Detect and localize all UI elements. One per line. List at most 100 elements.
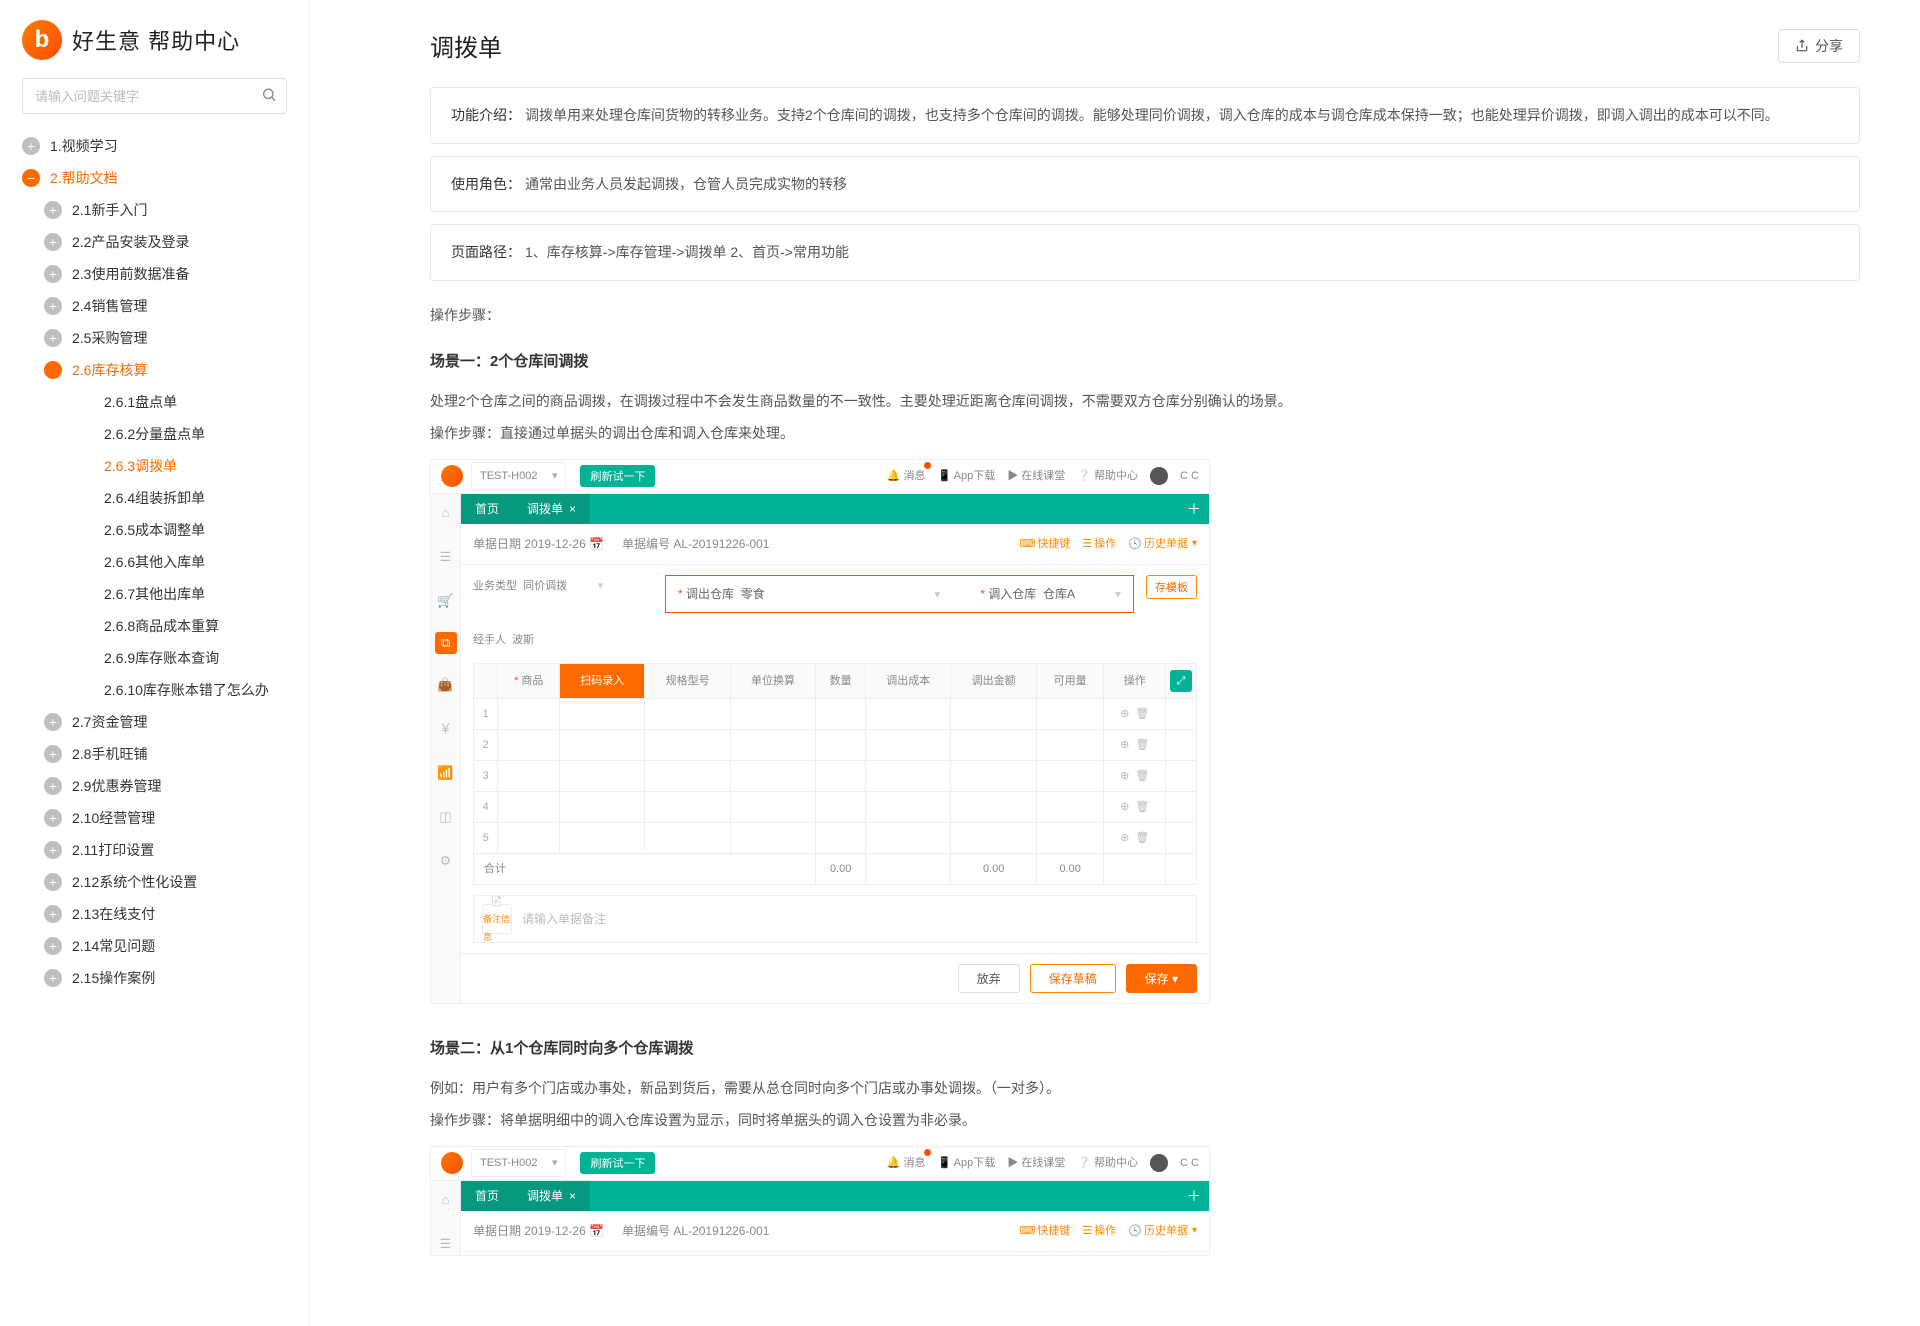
sidebar-item[interactable]: +2.12系统个性化设置	[22, 866, 303, 898]
sidebar-item-label: 2.13在线支付	[72, 904, 155, 924]
scene2-p2: 操作步骤：将单据明细中的调入仓库设置为显示，同时将单据头的调入仓设置为非必录。	[430, 1106, 1860, 1134]
sidebar-item-label: 2.11打印设置	[72, 840, 154, 860]
share-icon	[1795, 39, 1809, 53]
sidebar-item[interactable]: −2.6库存核算	[22, 354, 303, 386]
plus-icon: +	[44, 201, 62, 219]
sidebar-item[interactable]: 2.6.9库存账本查询	[44, 642, 303, 674]
close-icon: ×	[569, 497, 576, 521]
demo-user-name: C C	[1180, 465, 1199, 487]
role-label: 使用角色：	[451, 176, 521, 192]
path-box: 页面路径：1、库存核算->库存管理->调拨单 2、首页->常用功能	[430, 224, 1860, 281]
sidebar-item[interactable]: +2.4销售管理	[22, 290, 303, 322]
sidebar-item[interactable]: +2.10经营管理	[22, 802, 303, 834]
scene1-title: 场景一：2个仓库间调拨	[430, 347, 1860, 377]
demo2-help-link: ❔ 帮助中心	[1077, 1152, 1138, 1174]
plus-icon: +	[44, 713, 62, 731]
demo-code-label: 单据编号	[622, 537, 670, 551]
sidebar-item[interactable]: +2.7资金管理	[22, 706, 303, 738]
sidebar-item-label: 2.15操作案例	[72, 968, 155, 988]
sidebar-item[interactable]: +2.13在线支付	[22, 898, 303, 930]
demo-screenshot-2: TEST-H002 刷新试一下 🔔 消息 📱 App下载 ▶ 在线课堂 ❔ 帮助…	[430, 1146, 1210, 1256]
steps-label: 操作步骤：	[430, 301, 1860, 329]
scene2-title: 场景二：从1个仓库同时向多个仓库调拨	[430, 1034, 1860, 1064]
sidebar-item[interactable]: 2.6.6其他入库单	[44, 546, 303, 578]
sidebar-item[interactable]: +2.5采购管理	[22, 322, 303, 354]
brand: b 好生意 帮助中心	[0, 20, 309, 78]
demo2-company-select: TEST-H002	[471, 1149, 566, 1177]
sidebar-item[interactable]: +2.15操作案例	[22, 962, 303, 994]
demo-table: * 商品扫码录入规格型号单位换算数量调出成本调出金额可用量操作⤢1⊕🗑2⊕🗑3⊕…	[473, 663, 1197, 885]
intro-text: 调拨单用来处理仓库间货物的转移业务。支持2个仓库间的调拨，也支持多个仓库间的调拨…	[525, 107, 1779, 123]
home-icon: ⌂	[442, 500, 450, 526]
page-title: 调拨单	[430, 28, 502, 63]
demo-app-link: 📱 App下载	[937, 465, 995, 487]
nav-tree: +1.视频学习−2.帮助文档+2.1新手入门+2.2产品安装及登录+2.3使用前…	[0, 130, 309, 994]
sidebar-item-label: 2.5采购管理	[72, 328, 147, 348]
plus-icon: +	[44, 841, 62, 859]
sidebar-item[interactable]: +2.3使用前数据准备	[22, 258, 303, 290]
demo2-tab-current: 调拨单×	[513, 1181, 590, 1211]
intro-box: 功能介绍：调拨单用来处理仓库间货物的转移业务。支持2个仓库间的调拨，也支持多个仓…	[430, 87, 1860, 144]
sidebar-item[interactable]: −2.帮助文档	[0, 162, 303, 194]
demo-tab-current: 调拨单×	[513, 494, 590, 524]
sidebar-item[interactable]: 2.6.7其他出库单	[44, 578, 303, 610]
demo-company-select: TEST-H002	[471, 462, 566, 490]
sidebar-item[interactable]: +2.8手机旺铺	[22, 738, 303, 770]
search-input[interactable]	[22, 78, 287, 114]
demo-history: 🕓 历史单据▾	[1128, 533, 1197, 555]
sidebar-item[interactable]: +2.11打印设置	[22, 834, 303, 866]
demo-discard-button: 放弃	[958, 964, 1020, 993]
bag-icon: 👜	[437, 672, 453, 698]
demo2-logo-icon	[441, 1152, 463, 1174]
plus-icon: +	[44, 233, 62, 251]
demo-in-label: 调入仓库	[988, 587, 1036, 601]
plus-icon: +	[44, 265, 62, 283]
sidebar-item[interactable]: 2.6.5成本调整单	[44, 514, 303, 546]
sidebar-item[interactable]: 2.6.1盘点单	[44, 386, 303, 418]
share-button[interactable]: 分享	[1778, 29, 1860, 63]
demo2-app-link: 📱 App下载	[937, 1152, 995, 1174]
sidebar-item-label: 2.8手机旺铺	[72, 744, 147, 764]
role-box: 使用角色：通常由业务人员发起调拨，仓管人员完成实物的转移	[430, 156, 1860, 213]
sidebar-item[interactable]: 2.6.2分量盘点单	[44, 418, 303, 450]
demo-save-button: 保存	[1126, 964, 1197, 993]
demo-fastkey: ⌨ 快捷键	[1020, 533, 1071, 555]
role-text: 通常由业务人员发起调拨，仓管人员完成实物的转移	[525, 176, 847, 192]
sidebar-item[interactable]: +2.1新手入门	[22, 194, 303, 226]
demo-biztype-label: 业务类型	[473, 580, 517, 592]
plus-icon: +	[44, 937, 62, 955]
search-box	[22, 78, 287, 114]
demo-avatar-icon	[1150, 467, 1168, 485]
sidebar-item[interactable]: 2.6.10库存账本错了怎么办	[44, 674, 303, 706]
sidebar-item-label: 2.4销售管理	[72, 296, 147, 316]
sidebar-item-label: 2.3使用前数据准备	[72, 264, 189, 284]
share-label: 分享	[1815, 36, 1843, 56]
demo-highlight-box: 调出仓库 零食 ▾ 调入仓库 仓库A ▾	[665, 575, 1134, 613]
demo-screenshot-1: TEST-H002 刷新试一下 🔔 消息 📱 App下载 ▶ 在线课堂 ❔ 帮助…	[430, 459, 1210, 1004]
path-label: 页面路径：	[451, 244, 521, 260]
box-icon: ⧉	[435, 632, 457, 654]
sidebar-item-label: 2.10经营管理	[72, 808, 155, 828]
demo-date-value: 2019-12-26	[524, 537, 585, 551]
demo-left-nav: ⌂ ☰ 🛒 ⧉ 👜 ￥ 📶 ◫ ⚙	[431, 494, 461, 1003]
demo-out-value: 零食	[741, 587, 765, 601]
sidebar-item[interactable]: +1.视频学习	[0, 130, 303, 162]
demo2-avatar-icon	[1150, 1154, 1168, 1172]
sidebar-item[interactable]: 2.6.3调拨单	[44, 450, 303, 482]
path-text: 1、库存核算->库存管理->调拨单 2、首页->常用功能	[525, 244, 849, 260]
plus-icon: +	[44, 873, 62, 891]
sidebar-item-label: 1.视频学习	[50, 136, 118, 156]
search-icon[interactable]	[261, 87, 277, 106]
sidebar-item[interactable]: 2.6.4组装拆卸单	[44, 482, 303, 514]
plus-icon: +	[44, 809, 62, 827]
wifi-icon: 📶	[437, 760, 453, 786]
plus-icon: +	[44, 969, 62, 987]
demo-refresh-button: 刷新试一下	[580, 465, 655, 487]
sidebar-item[interactable]: +2.14常见问题	[22, 930, 303, 962]
sidebar-item[interactable]: +2.2产品安装及登录	[22, 226, 303, 258]
sidebar-item-label: 2.6库存核算	[72, 360, 147, 380]
demo2-user-name: C C	[1180, 1152, 1199, 1174]
article-content: 调拨单 分享 功能介绍：调拨单用来处理仓库间货物的转移业务。支持2个仓库间的调拨…	[310, 0, 1920, 1326]
sidebar-item[interactable]: 2.6.8商品成本重算	[44, 610, 303, 642]
sidebar-item[interactable]: +2.9优惠券管理	[22, 770, 303, 802]
